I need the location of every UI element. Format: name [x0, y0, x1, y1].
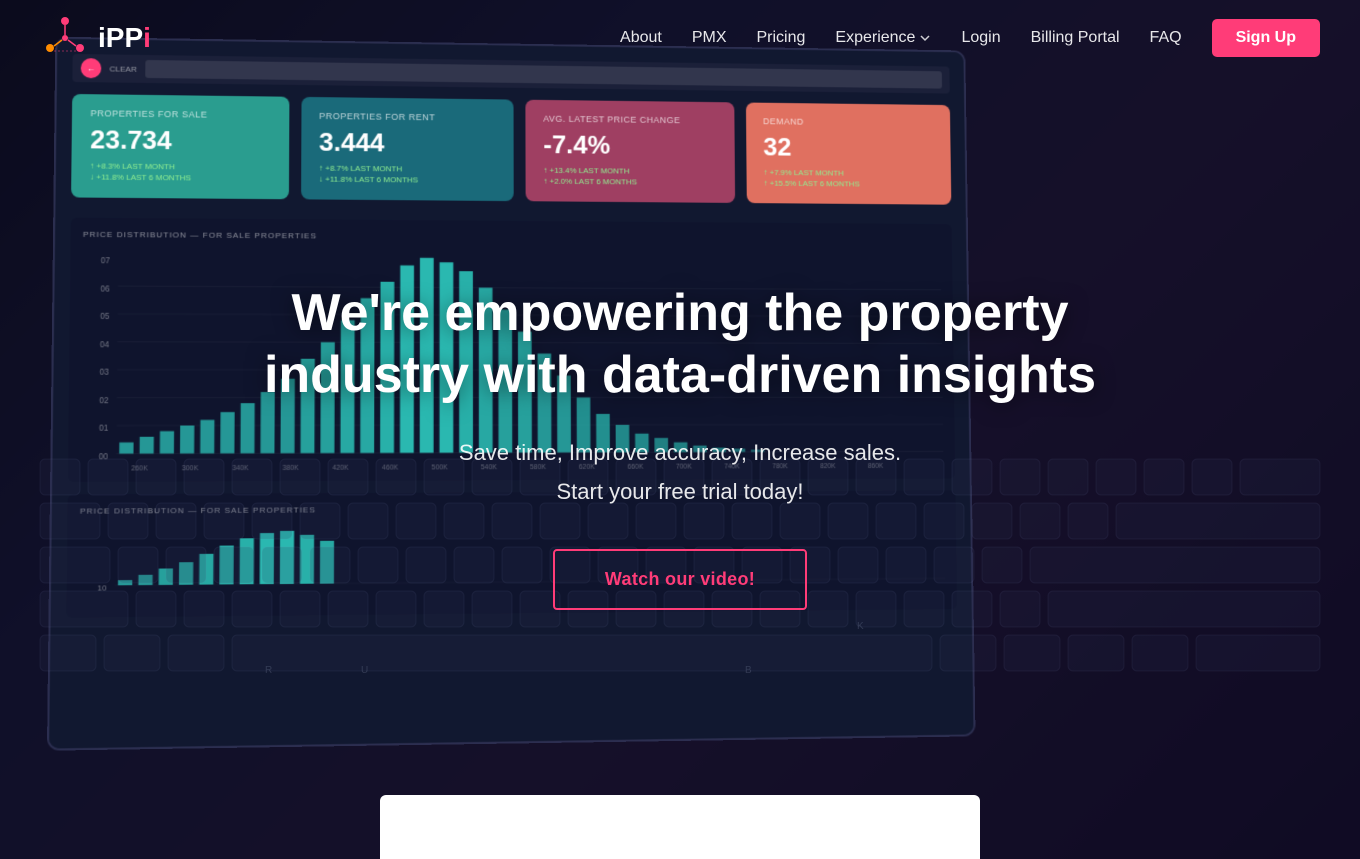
card-stat2: ↓ +11.8% LAST 6 MONTHS [90, 172, 270, 183]
svg-text:07: 07 [101, 255, 110, 266]
svg-text:R: R [265, 665, 272, 676]
hero-section: R U B K ← CLEAR PROPERTIES FOR SALE [0, 0, 1360, 859]
nav-pmx[interactable]: PMX [692, 29, 727, 46]
card-value: -7.4% [543, 129, 716, 161]
card-stat1: ↑ +13.4% LAST MONTH [543, 166, 716, 177]
svg-text:03: 03 [100, 367, 109, 378]
card-stat1: ↑ +7.9% LAST MONTH [764, 168, 934, 178]
card-value: 32 [763, 132, 933, 164]
card-stat2: ↑ +2.0% LAST 6 MONTHS [543, 177, 717, 187]
svg-text:01: 01 [99, 423, 108, 434]
nav-login[interactable]: Login [961, 29, 1000, 46]
card-demand: DEMAND 32 ↑ +7.9% LAST MONTH ↑ +15.5% LA… [745, 103, 951, 205]
svg-text:05: 05 [100, 311, 109, 322]
svg-text:02: 02 [99, 395, 108, 406]
svg-text:B: B [745, 665, 752, 676]
nav-faq[interactable]: FAQ [1150, 29, 1182, 46]
card-label: AVG. LATEST PRICE CHANGE [543, 114, 716, 126]
chevron-down-icon [919, 32, 931, 44]
card-properties-for-sale: PROPERTIES FOR SALE 23.734 ↑ +8.3% LAST … [71, 94, 289, 199]
card-label: DEMAND [763, 116, 933, 128]
hero-content: We're empowering the property industry w… [230, 282, 1130, 611]
card-properties-for-rent: PROPERTIES FOR RENT 3.444 ↑ +8.7% LAST M… [301, 97, 514, 201]
svg-text:06: 06 [101, 283, 110, 294]
card-label: PROPERTIES FOR SALE [90, 108, 270, 120]
nav-pricing[interactable]: Pricing [757, 29, 806, 46]
nav-billing-portal[interactable]: Billing Portal [1031, 29, 1120, 46]
nav-about[interactable]: About [620, 29, 662, 46]
nav-links: About PMX Pricing Experience Login Billi… [620, 19, 1320, 57]
hero-subtext-2: Start your free trial today! [230, 475, 1130, 508]
logo-svg [40, 13, 90, 63]
card-latest-price-change: AVG. LATEST PRICE CHANGE -7.4% ↑ +13.4% … [525, 100, 734, 203]
signup-button[interactable]: Sign Up [1212, 19, 1320, 57]
video-section-hint [380, 795, 980, 859]
svg-text:U: U [361, 665, 368, 676]
logo-text: iPPi [98, 22, 151, 54]
hero-subtext-1: Save time, Improve accuracy, Increase sa… [230, 436, 1130, 469]
chart-title: PRICE DISTRIBUTION — FOR SALE PROPERTIES [83, 230, 940, 245]
svg-text:K: K [857, 621, 864, 632]
card-value: 3.444 [319, 127, 496, 160]
watch-video-button[interactable]: Watch our video! [553, 549, 807, 610]
card-stat1: ↑ +8.7% LAST MONTH [319, 164, 496, 175]
svg-text:04: 04 [100, 339, 109, 350]
card-value: 23.734 [90, 124, 270, 157]
navbar: iPPi About PMX Pricing Experience Login … [0, 0, 1360, 75]
card-stat2: ↑ +15.5% LAST 6 MONTHS [764, 179, 934, 189]
card-label: PROPERTIES FOR RENT [319, 111, 496, 123]
card-stat2: ↓ +11.8% LAST 6 MONTHS [319, 175, 496, 186]
card-stat1: ↑ +8.3% LAST MONTH [90, 161, 270, 172]
hero-heading: We're empowering the property industry w… [230, 282, 1130, 407]
nav-experience[interactable]: Experience [835, 29, 931, 47]
logo-link[interactable]: iPPi [40, 13, 151, 63]
